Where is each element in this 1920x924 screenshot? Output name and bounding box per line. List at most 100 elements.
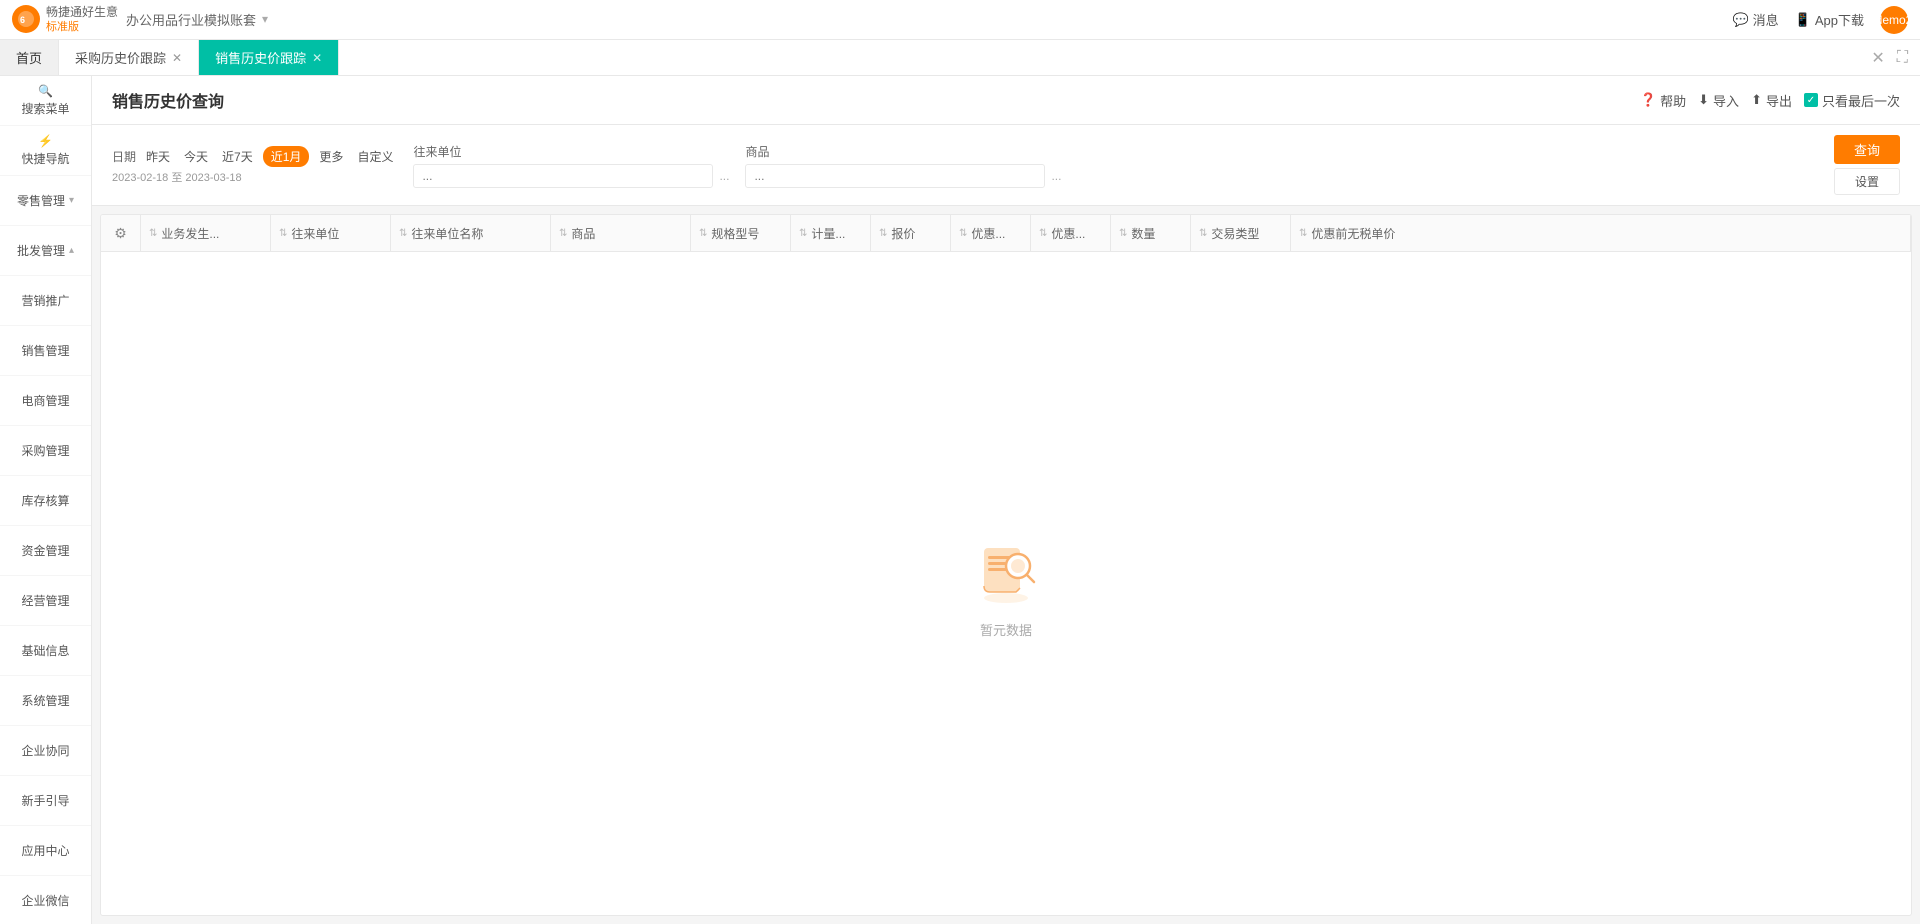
col-notax-label: 优惠前无税单价 — [1311, 225, 1395, 242]
import-button[interactable]: ⬇ 导入 — [1698, 91, 1739, 110]
message-icon: 💬 — [1732, 12, 1748, 28]
date-btn-7days[interactable]: 近7天 — [218, 146, 257, 167]
date-btn-more[interactable]: 更多 — [315, 146, 347, 167]
tab-sales[interactable]: 销售历史价跟踪 ✕ — [199, 40, 339, 75]
tab-close-window-button[interactable]: ✕ — [1871, 48, 1884, 68]
col-product-sort-icon: ⇅ — [559, 228, 567, 239]
logo-line2: 标准版 — [46, 20, 118, 34]
col-discount2-label: 优惠... — [1051, 225, 1085, 242]
avatar: demo2 — [1880, 6, 1908, 34]
message-button[interactable]: 💬 消息 — [1732, 10, 1778, 29]
unit-filter-input[interactable] — [413, 164, 713, 188]
col-notax[interactable]: ⇅ 优惠前无税单价 — [1291, 215, 1911, 251]
tab-maximize-button[interactable]: ⛶ — [1897, 49, 1908, 67]
svg-text:6: 6 — [20, 15, 25, 25]
app-download-button[interactable]: 📱 App下载 — [1795, 10, 1864, 29]
sidebar-item-ecommerce[interactable]: 电商管理 — [0, 376, 91, 426]
col-trade-sort-icon: ⇅ — [1199, 228, 1207, 239]
col-unit-name-sort-icon: ⇅ — [399, 228, 407, 239]
page-header-actions: ❓ 帮助 ⬇ 导入 ⬆ 导出 只看最后一次 — [1640, 91, 1900, 122]
col-unit-name[interactable]: ⇅ 往来单位名称 — [391, 215, 551, 251]
tab-sales-label: 销售历史价跟踪 — [215, 48, 306, 67]
only-last-toggle[interactable]: 只看最后一次 — [1804, 91, 1900, 110]
tab-home-label: 首页 — [16, 48, 42, 67]
col-qty[interactable]: ⇅ 数量 — [1111, 215, 1191, 251]
sidebar-item-enterprise[interactable]: 企业协同 — [0, 726, 91, 776]
content-area: 销售历史价查询 ❓ 帮助 ⬇ 导入 ⬆ 导出 只看最后一次 — [92, 76, 1920, 924]
sidebar-item-wholesale[interactable]: 批发管理 ▴ — [0, 226, 91, 276]
main-layout: 🔍 搜索菜单 ⚡ 快捷导航 零售管理 ▾ 批发管理 ▴ 营销推广 销售管理 电商… — [0, 76, 1920, 924]
product-filter-group: 商品 ... — [745, 143, 1061, 188]
sidebar-item-purchase-mgmt[interactable]: 采购管理 — [0, 426, 91, 476]
help-button[interactable]: ❓ 帮助 — [1640, 91, 1686, 110]
only-last-checkbox — [1804, 93, 1818, 107]
table-settings-icon[interactable]: ⚙ — [114, 225, 127, 242]
workspace-selector[interactable]: 办公用品行业模拟账套 ▾ — [126, 10, 268, 29]
sidebar-item-retail[interactable]: 零售管理 ▾ — [0, 176, 91, 226]
sidebar-item-sales-mgmt[interactable]: 销售管理 — [0, 326, 91, 376]
col-date[interactable]: ⇅ 业务发生... — [141, 215, 271, 251]
col-discount2[interactable]: ⇅ 优惠... — [1031, 215, 1111, 251]
user-avatar-button[interactable]: demo2 — [1880, 6, 1908, 34]
page-title: 销售历史价查询 — [112, 88, 224, 124]
tab-purchase[interactable]: 采购历史价跟踪 ✕ — [59, 40, 199, 75]
date-filter-group: 日期 昨天 今天 近7天 近1月 更多 自定义 2023-02-18 至 202… — [112, 146, 397, 185]
unit-filter-more[interactable]: ... — [719, 169, 729, 183]
col-unit-code[interactable]: ⇅ 往来单位 — [271, 215, 391, 251]
export-button[interactable]: ⬆ 导出 — [1751, 91, 1792, 110]
tab-sales-close[interactable]: ✕ — [312, 52, 322, 64]
empty-state: 暂元数据 — [101, 252, 1911, 915]
col-spec-sort-icon: ⇅ — [699, 228, 707, 239]
workspace-label: 办公用品行业模拟账套 — [126, 10, 256, 29]
col-product[interactable]: ⇅ 商品 — [551, 215, 691, 251]
sidebar-item-finance[interactable]: 资金管理 — [0, 526, 91, 576]
product-filter-more[interactable]: ... — [1051, 169, 1061, 183]
empty-text: 暂元数据 — [980, 620, 1032, 639]
date-btn-custom[interactable]: 自定义 — [353, 146, 397, 167]
shortcut-icon: ⚡ — [38, 134, 53, 148]
col-unit[interactable]: ⇅ 计量... — [791, 215, 871, 251]
filter-row: 日期 昨天 今天 近7天 近1月 更多 自定义 2023-02-18 至 202… — [92, 125, 1920, 206]
top-bar: 6 畅捷通好生意 标准版 办公用品行业模拟账套 ▾ 💬 消息 📱 App下载 d… — [0, 0, 1920, 40]
settings-button[interactable]: 设置 — [1834, 168, 1900, 195]
sidebar-item-basic[interactable]: 基础信息 — [0, 626, 91, 676]
col-settings[interactable]: ⚙ — [101, 215, 141, 251]
date-btn-1month[interactable]: 近1月 — [263, 146, 310, 167]
tab-home[interactable]: 首页 — [0, 40, 59, 75]
product-filter-input[interactable] — [745, 164, 1045, 188]
col-unit-label: 计量... — [811, 225, 845, 242]
query-button[interactable]: 查询 — [1834, 135, 1900, 164]
logo-text: 畅捷通好生意 标准版 — [46, 5, 118, 35]
tab-purchase-close[interactable]: ✕ — [172, 52, 182, 64]
col-spec[interactable]: ⇅ 规格型号 — [691, 215, 791, 251]
unit-filter-label: 往来单位 — [413, 143, 729, 160]
app-icon: 📱 — [1795, 12, 1811, 28]
col-date-label: 业务发生... — [161, 225, 219, 242]
date-btn-today[interactable]: 今天 — [180, 146, 212, 167]
sidebar-item-marketing[interactable]: 营销推广 — [0, 276, 91, 326]
sidebar-item-shortcut[interactable]: ⚡ 快捷导航 — [0, 126, 91, 176]
sidebar-item-system[interactable]: 系统管理 — [0, 676, 91, 726]
wholesale-arrow-up-icon: ▴ — [69, 245, 74, 256]
col-price-sort-icon: ⇅ — [879, 228, 887, 239]
sidebar-item-guide[interactable]: 新手引导 — [0, 776, 91, 826]
table-header: ⚙ ⇅ 业务发生... ⇅ 往来单位 ⇅ 往来单位名称 ⇅ 商品 — [101, 215, 1911, 252]
tab-bar: 首页 采购历史价跟踪 ✕ 销售历史价跟踪 ✕ ✕ ⛶ — [0, 40, 1920, 76]
sidebar-item-search[interactable]: 🔍 搜索菜单 — [0, 76, 91, 126]
col-price[interactable]: ⇅ 报价 — [871, 215, 951, 251]
col-trade[interactable]: ⇅ 交易类型 — [1191, 215, 1291, 251]
date-btn-yesterday[interactable]: 昨天 — [142, 146, 174, 167]
col-unit-sort-icon: ⇅ — [799, 228, 807, 239]
col-discount1[interactable]: ⇅ 优惠... — [951, 215, 1031, 251]
col-price-label: 报价 — [891, 225, 915, 242]
sidebar-item-wechat[interactable]: 企业微信 — [0, 876, 91, 924]
sidebar-item-inventory[interactable]: 库存核算 — [0, 476, 91, 526]
col-product-label: 商品 — [571, 225, 595, 242]
sidebar-item-app-center[interactable]: 应用中心 — [0, 826, 91, 876]
filter-actions: 查询 设置 — [1834, 135, 1900, 195]
sidebar-item-operations[interactable]: 经营管理 — [0, 576, 91, 626]
col-qty-sort-icon: ⇅ — [1119, 228, 1127, 239]
product-filter-row: ... — [745, 164, 1061, 188]
col-trade-label: 交易类型 — [1211, 225, 1259, 242]
tab-purchase-label: 采购历史价跟踪 — [75, 48, 166, 67]
